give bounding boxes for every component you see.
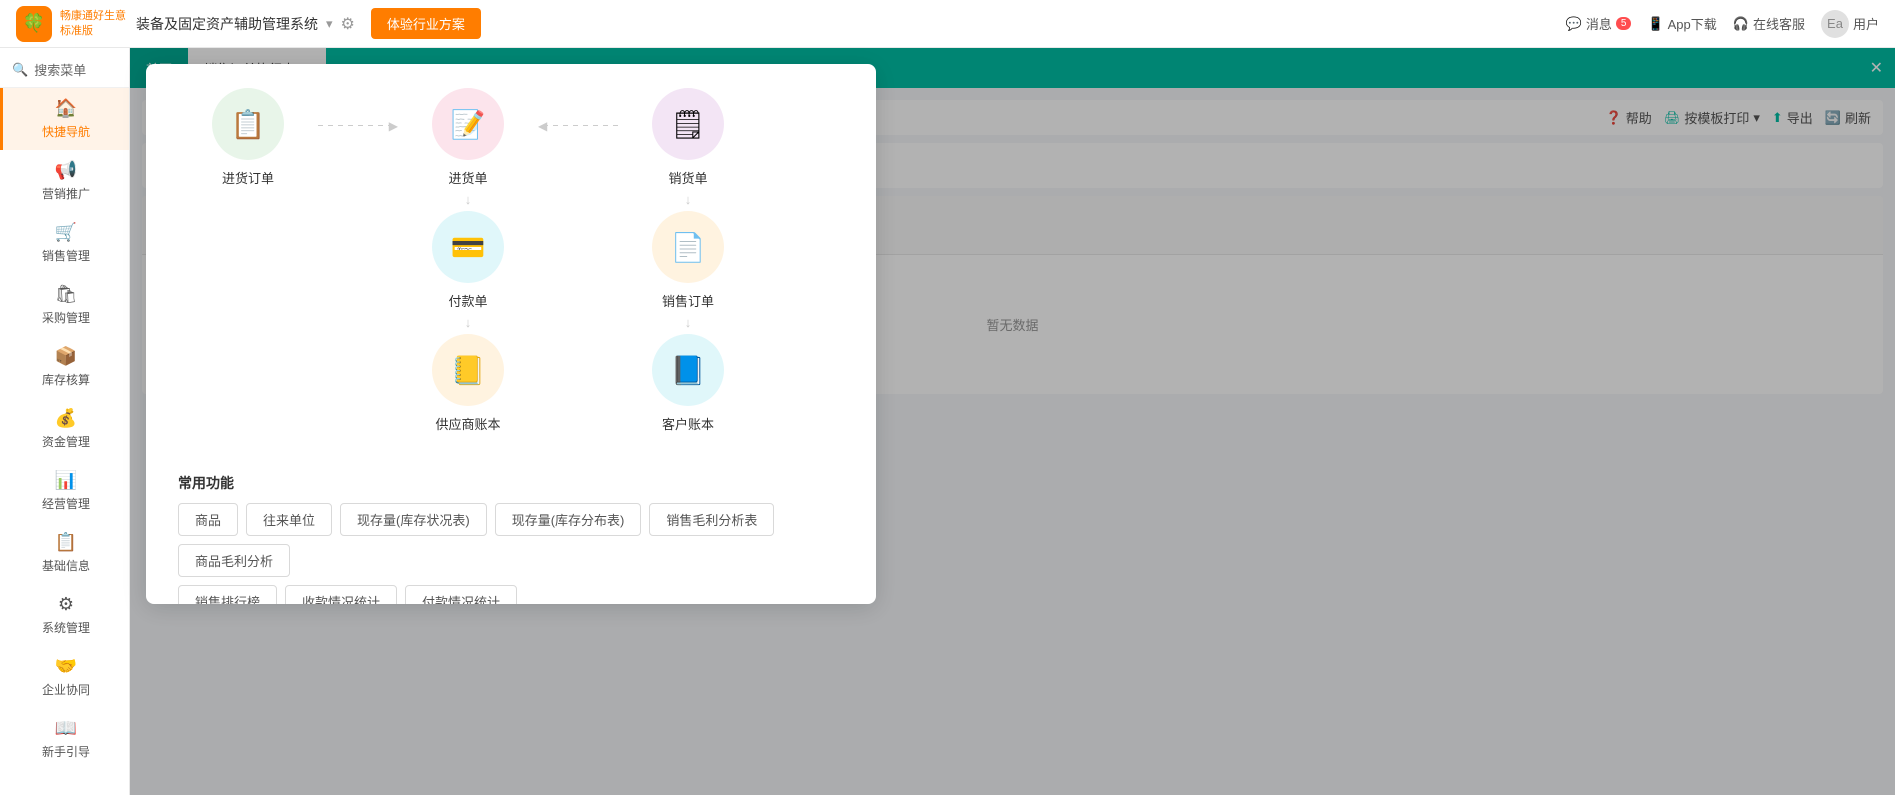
sales-bill-label: 销货单 (668, 168, 707, 187)
cf-row-2: 销售排行榜 收款情况统计 付款情况统计 (178, 585, 844, 604)
sales-icon: 🛒 (55, 222, 77, 243)
operations-icon: 📊 (55, 470, 77, 491)
sidebar-item-sales[interactable]: 🛒 销售管理 (0, 212, 129, 274)
cf-btn-partners[interactable]: 往来单位 (246, 503, 332, 536)
sales-order-label: 销售订单 (662, 291, 714, 310)
finance-icon: 💰 (55, 408, 77, 429)
wf-node-supplier-ledger[interactable]: 📒 供应商账本 (398, 334, 538, 433)
wf-node-sales-order[interactable]: 📄 销售订单 (618, 211, 758, 310)
cf-row-1: 商品 往来单位 现存量(库存状况表) 现存量(库存分布表) 销售毛利分析表 商品… (178, 503, 844, 577)
experience-button[interactable]: 体验行业方案 (371, 8, 481, 39)
top-bar: 🍀 畅康通好生意 标准版 装备及固定资产辅助管理系统 ▾ ⚙ 体验行业方案 💬 … (0, 0, 1895, 48)
popup-box: 📋 进货订单 ▶ 📝 进货单 ◀ (146, 64, 876, 604)
sidebar-item-basic[interactable]: 📋 基础信息 (0, 522, 129, 584)
purchase-circle: 📝 (432, 88, 504, 160)
search-icon: 🔍 (12, 62, 28, 78)
purchase-icon: 🛍 (55, 284, 78, 305)
user-action[interactable]: Ea 用户 (1821, 10, 1879, 38)
wf-node-customer-ledger[interactable]: 📘 客户账本 (618, 334, 758, 433)
supplier-ledger-label: 供应商账本 (435, 414, 500, 433)
cf-btn-receipt-stats[interactable]: 收款情况统计 (285, 585, 397, 604)
basic-icon: 📋 (55, 532, 77, 553)
sidebar-item-marketing[interactable]: 📢 营销推广 (0, 150, 129, 212)
cf-btn-goods[interactable]: 商品 (178, 503, 238, 536)
arrow-down-payment-in: ↓ (685, 310, 692, 334)
logo-text: 畅康通好生意 标准版 (60, 9, 126, 38)
system-name: 装备及固定资产辅助管理系统 (136, 14, 318, 34)
online-service-action[interactable]: 🎧 在线客服 (1733, 14, 1805, 33)
wf-arrow-1: ▶ (318, 119, 398, 133)
cf-btn-stock-dist[interactable]: 现存量(库存分布表) (495, 503, 642, 536)
purchase-order-circle: 📋 (212, 88, 284, 160)
system-dropdown-icon[interactable]: ▾ (326, 16, 333, 32)
cf-btn-stock-status[interactable]: 现存量(库存状况表) (340, 503, 487, 536)
supplier-ledger-circle: 📒 (432, 334, 504, 406)
logo: 🍀 畅康通好生意 标准版 (16, 6, 136, 42)
customer-ledger-label: 客户账本 (662, 414, 714, 433)
cf-btn-sales-rank[interactable]: 销售排行榜 (178, 585, 277, 604)
message-icon: 💬 (1566, 16, 1582, 32)
payment-out-circle: 💳 (432, 211, 504, 283)
avatar: Ea (1821, 10, 1849, 38)
collab-icon: 🤝 (55, 656, 77, 677)
sidebar-item-quick-nav[interactable]: 🏠 快捷导航 (0, 88, 129, 150)
service-icon: 🎧 (1733, 16, 1749, 32)
message-action[interactable]: 💬 消息 5 (1566, 14, 1632, 33)
purchase-order-label: 进货订单 (222, 168, 274, 187)
popup-content: 📋 进货订单 ▶ 📝 进货单 ◀ (146, 64, 876, 604)
cf-title: 常用功能 (178, 473, 844, 493)
wf-node-purchase-order[interactable]: 📋 进货订单 (178, 88, 318, 187)
common-functions: 常用功能 商品 往来单位 现存量(库存状况表) 现存量(库存分布表) 销售毛利分… (178, 473, 844, 604)
sidebar-item-newbie[interactable]: 📖 新手引导 (0, 708, 129, 770)
popup-overlay[interactable]: 📋 进货订单 ▶ 📝 进货单 ◀ (130, 48, 1895, 795)
system-icon: ⚙ (58, 594, 74, 615)
arrow-down-payment-out: ↓ (465, 310, 472, 334)
purchase-label: 进货单 (448, 168, 487, 187)
customer-ledger-circle: 📘 (652, 334, 724, 406)
settings-icon[interactable]: ⚙ (341, 14, 355, 34)
arrow-down-purchase: ↓ (465, 187, 472, 211)
logo-icon: 🍀 (16, 6, 52, 42)
workflow-diagram: 📋 进货订单 ▶ 📝 进货单 ◀ (178, 88, 844, 457)
sales-bill-circle: 🗒 (652, 88, 724, 160)
sales-order-circle: 📄 (652, 211, 724, 283)
newbie-icon: 📖 (55, 718, 77, 739)
sidebar: 🔍 搜索菜单 🏠 快捷导航 📢 营销推广 🛒 销售管理 🛍 采购管理 📦 (0, 48, 130, 795)
sidebar-item-operations[interactable]: 📊 经营管理 (0, 460, 129, 522)
cf-btn-goods-margin[interactable]: 商品毛利分析 (178, 544, 290, 577)
cf-btn-payment-stats[interactable]: 付款情况统计 (405, 585, 517, 604)
inventory-icon: 📦 (55, 346, 77, 367)
message-badge: 5 (1616, 17, 1632, 30)
app-download-action[interactable]: 📱 App下载 (1647, 14, 1716, 33)
sidebar-item-purchase[interactable]: 🛍 采购管理 (0, 274, 129, 336)
system-info: 装备及固定资产辅助管理系统 ▾ ⚙ 体验行业方案 (136, 8, 1566, 39)
wf-node-purchase[interactable]: 📝 进货单 (398, 88, 538, 187)
sidebar-item-finance[interactable]: 💰 资金管理 (0, 398, 129, 460)
quick-nav-icon: 🏠 (55, 98, 77, 119)
sidebar-search[interactable]: 🔍 搜索菜单 (0, 48, 129, 88)
cf-btn-sales-analysis[interactable]: 销售毛利分析表 (649, 503, 774, 536)
top-bar-right: 💬 消息 5 📱 App下载 🎧 在线客服 Ea 用户 (1566, 10, 1879, 38)
wf-node-payment-out[interactable]: 💳 付款单 (398, 211, 538, 310)
sidebar-item-collab[interactable]: 🤝 企业协同 (0, 646, 129, 708)
marketing-icon: 📢 (55, 160, 77, 181)
payment-out-label: 付款单 (448, 291, 487, 310)
wf-node-sales-bill[interactable]: 🗒 销货单 (618, 88, 758, 187)
wf-arrow-2: ◀ (538, 119, 618, 133)
arrow-down-sales-order: ↓ (685, 187, 692, 211)
download-icon: 📱 (1647, 16, 1663, 32)
sidebar-item-system[interactable]: ⚙ 系统管理 (0, 584, 129, 646)
sidebar-item-inventory[interactable]: 📦 库存核算 (0, 336, 129, 398)
app-container: 🍀 畅康通好生意 标准版 装备及固定资产辅助管理系统 ▾ ⚙ 体验行业方案 💬 … (0, 0, 1895, 795)
